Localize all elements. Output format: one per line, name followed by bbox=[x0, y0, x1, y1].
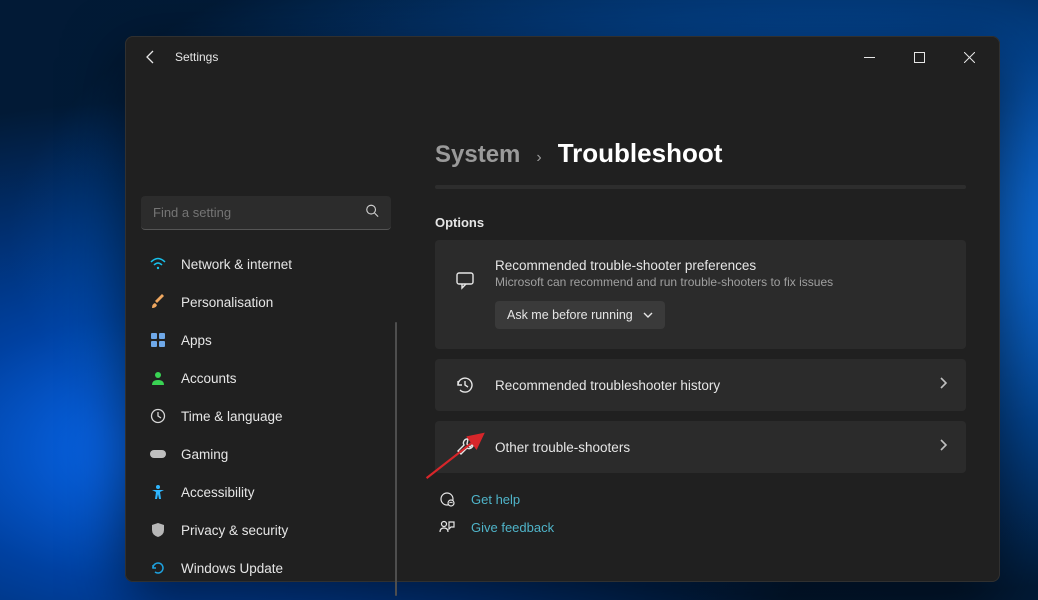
get-help-link[interactable]: Get help bbox=[439, 491, 966, 507]
sidebar-item-label: Time & language bbox=[181, 409, 283, 424]
sidebar-item-label: Privacy & security bbox=[181, 523, 288, 538]
sidebar-item-label: Accounts bbox=[181, 371, 237, 386]
sidebar-item-personalisation[interactable]: Personalisation bbox=[139, 284, 391, 320]
sidebar-item-accessibility[interactable]: Accessibility bbox=[139, 474, 391, 510]
help-icon bbox=[439, 491, 457, 507]
row-label: Other trouble-shooters bbox=[495, 440, 920, 455]
wifi-icon bbox=[149, 255, 167, 273]
main-content: System › Troubleshoot Options Recommende… bbox=[405, 78, 1000, 582]
maximize-icon bbox=[914, 52, 925, 63]
settings-window: Settings bbox=[125, 36, 1000, 582]
breadcrumb: System › Troubleshoot bbox=[435, 138, 966, 169]
sidebar-item-apps[interactable]: Apps bbox=[139, 322, 391, 358]
brush-icon bbox=[149, 293, 167, 311]
accessibility-icon bbox=[149, 483, 167, 501]
chat-icon bbox=[453, 270, 477, 290]
history-icon bbox=[453, 375, 477, 395]
sidebar-item-network[interactable]: Network & internet bbox=[139, 246, 391, 282]
breadcrumb-parent[interactable]: System bbox=[435, 141, 520, 169]
sidebar-item-label: Accessibility bbox=[181, 485, 255, 500]
titlebar: Settings bbox=[125, 36, 1000, 78]
sidebar-item-accounts[interactable]: Accounts bbox=[139, 360, 391, 396]
wrench-icon bbox=[453, 437, 477, 457]
other-troubleshooters-row[interactable]: Other trouble-shooters bbox=[435, 421, 966, 473]
sidebar-item-label: Windows Update bbox=[181, 561, 283, 576]
shield-icon bbox=[149, 521, 167, 539]
pref-dropdown[interactable]: Ask me before running bbox=[495, 301, 665, 329]
search-icon bbox=[365, 204, 379, 223]
sidebar-item-update[interactable]: Windows Update bbox=[139, 550, 391, 586]
gamepad-icon bbox=[149, 445, 167, 463]
chevron-right-icon: › bbox=[536, 149, 541, 167]
close-button[interactable] bbox=[946, 42, 992, 72]
row-label: Recommended troubleshooter history bbox=[495, 378, 920, 393]
nav: Network & internet Personalisation Apps … bbox=[139, 246, 391, 586]
give-feedback-text: Give feedback bbox=[471, 520, 554, 535]
update-icon bbox=[149, 559, 167, 577]
preferences-card: Recommended trouble-shooter preferences … bbox=[435, 240, 966, 349]
section-title: Options bbox=[435, 215, 966, 230]
feedback-icon bbox=[439, 519, 457, 535]
chevron-right-icon bbox=[938, 376, 948, 395]
sidebar: Network & internet Personalisation Apps … bbox=[125, 78, 405, 582]
loading-bar bbox=[435, 185, 966, 189]
sidebar-item-label: Apps bbox=[181, 333, 212, 348]
maximize-button[interactable] bbox=[896, 42, 942, 72]
get-help-text: Get help bbox=[471, 492, 520, 507]
breadcrumb-current: Troubleshoot bbox=[558, 138, 723, 169]
sidebar-item-gaming[interactable]: Gaming bbox=[139, 436, 391, 472]
sidebar-scrollbar[interactable] bbox=[395, 322, 397, 596]
chevron-down-icon bbox=[643, 310, 653, 320]
person-icon bbox=[149, 369, 167, 387]
sidebar-item-privacy[interactable]: Privacy & security bbox=[139, 512, 391, 548]
give-feedback-link[interactable]: Give feedback bbox=[439, 519, 966, 535]
pref-title: Recommended trouble-shooter preferences bbox=[495, 258, 948, 273]
chevron-right-icon bbox=[938, 438, 948, 457]
history-row[interactable]: Recommended troubleshooter history bbox=[435, 359, 966, 411]
sidebar-item-label: Gaming bbox=[181, 447, 228, 462]
search-wrap bbox=[141, 196, 391, 230]
window-title: Settings bbox=[175, 50, 218, 64]
minimize-button[interactable] bbox=[846, 42, 892, 72]
pref-dropdown-value: Ask me before running bbox=[507, 308, 633, 322]
sidebar-item-label: Network & internet bbox=[181, 257, 292, 272]
sidebar-item-label: Personalisation bbox=[181, 295, 273, 310]
sidebar-item-time[interactable]: Time & language bbox=[139, 398, 391, 434]
minimize-icon bbox=[864, 52, 875, 63]
back-button[interactable] bbox=[143, 49, 159, 65]
pref-subtitle: Microsoft can recommend and run trouble-… bbox=[495, 275, 948, 289]
clock-icon bbox=[149, 407, 167, 425]
search-input[interactable] bbox=[141, 196, 391, 230]
close-icon bbox=[964, 52, 975, 63]
apps-icon bbox=[149, 331, 167, 349]
arrow-left-icon bbox=[143, 49, 159, 65]
